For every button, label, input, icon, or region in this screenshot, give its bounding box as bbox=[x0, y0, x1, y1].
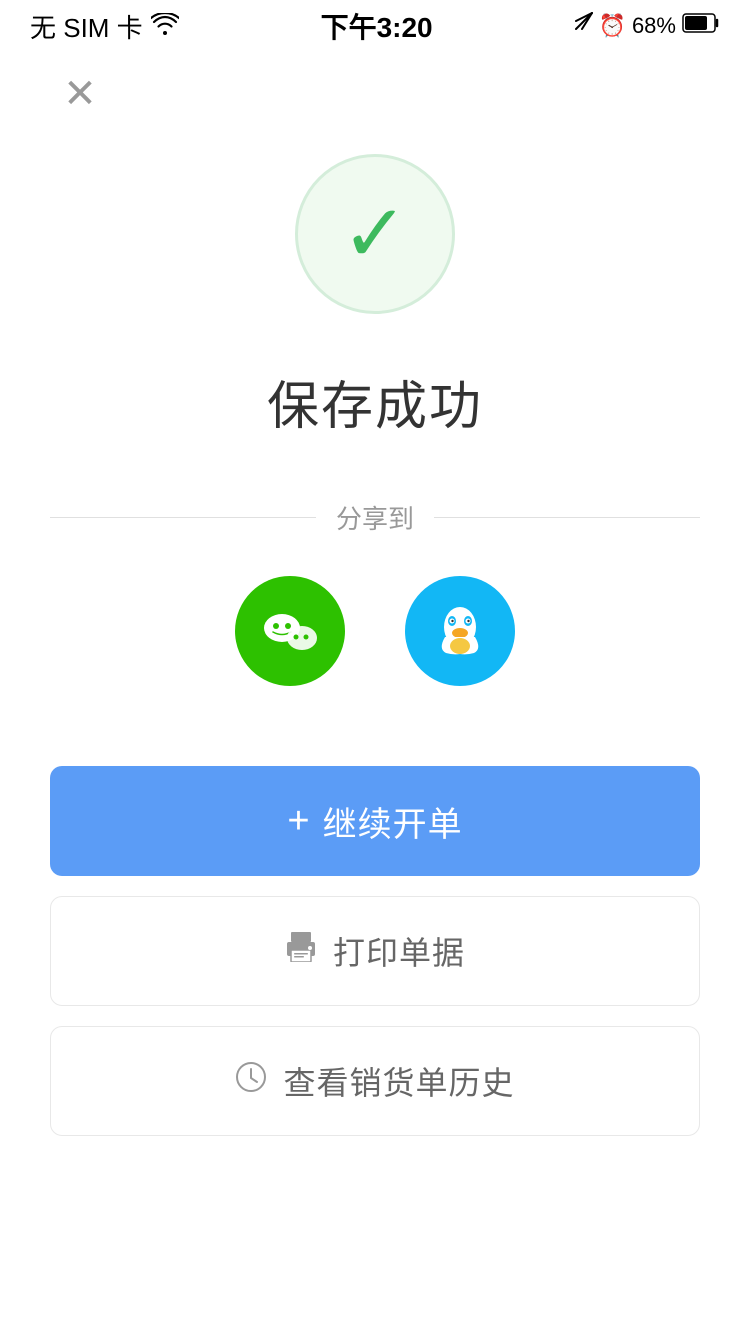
close-x-icon: ✕ bbox=[63, 74, 97, 114]
share-label: 分享到 bbox=[336, 499, 414, 536]
divider-right bbox=[434, 517, 700, 518]
continue-button-label: 继续开单 bbox=[323, 797, 463, 846]
qq-share-button[interactable] bbox=[405, 576, 515, 686]
wifi-icon bbox=[151, 11, 179, 42]
history-button-label: 查看销货单历史 bbox=[283, 1058, 514, 1104]
status-right: ⏰ 68% bbox=[575, 12, 720, 40]
action-buttons: + 继续开单 打印单据 bbox=[50, 766, 700, 1136]
print-button-label: 打印单据 bbox=[333, 928, 465, 974]
plus-icon: + bbox=[287, 800, 310, 843]
alarm-icon: ⏰ bbox=[599, 13, 626, 39]
main-content: ✕ ✓ 保存成功 分享到 bbox=[0, 44, 750, 1136]
share-section: 分享到 bbox=[50, 499, 700, 536]
wechat-share-button[interactable] bbox=[235, 576, 345, 686]
location-icon bbox=[575, 12, 593, 40]
print-button[interactable]: 打印单据 bbox=[50, 896, 700, 1006]
divider-left bbox=[50, 517, 316, 518]
battery-icon bbox=[682, 13, 720, 39]
no-sim-text: 无 SIM 卡 bbox=[30, 8, 143, 45]
status-time: 下午3:20 bbox=[321, 6, 433, 46]
success-circle: ✓ bbox=[295, 154, 455, 314]
clock-icon bbox=[235, 1061, 267, 1101]
status-bar: 无 SIM 卡 下午3:20 ⏰ 68% bbox=[0, 0, 750, 44]
success-title: 保存成功 bbox=[267, 364, 483, 439]
status-left: 无 SIM 卡 bbox=[30, 8, 179, 45]
close-button[interactable]: ✕ bbox=[50, 64, 110, 124]
share-icons-row bbox=[235, 576, 515, 686]
history-button[interactable]: 查看销货单历史 bbox=[50, 1026, 700, 1136]
continue-button[interactable]: + 继续开单 bbox=[50, 766, 700, 876]
checkmark-icon: ✓ bbox=[341, 194, 408, 274]
printer-icon bbox=[285, 932, 317, 970]
battery-text: 68% bbox=[632, 13, 676, 39]
